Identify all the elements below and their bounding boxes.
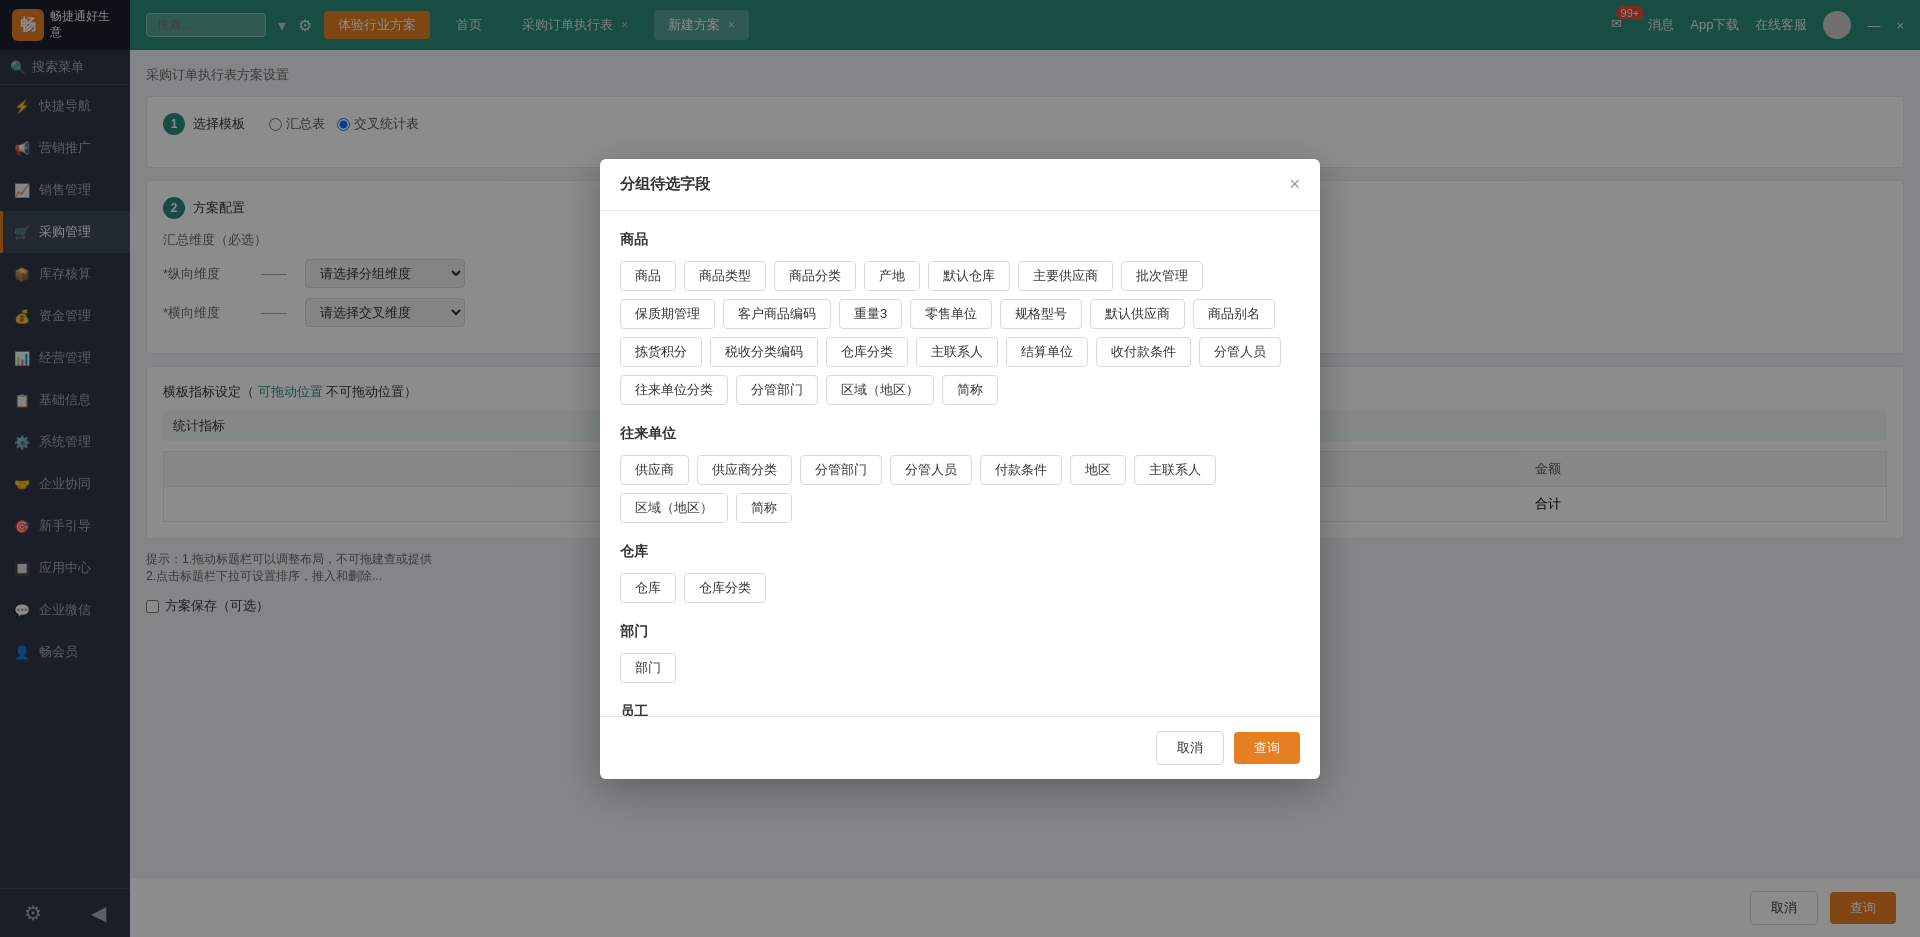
field-tag[interactable]: 供应商分类 (697, 455, 792, 485)
field-tag[interactable]: 规格型号 (1000, 299, 1082, 329)
modal-close-btn[interactable]: × (1289, 175, 1300, 193)
field-tag[interactable]: 简称 (942, 375, 998, 405)
field-group-warehouse: 仓库 仓库 仓库分类 (620, 543, 1300, 603)
field-tag[interactable]: 主联系人 (916, 337, 998, 367)
field-group-employee-title: 员工 (620, 703, 1300, 716)
field-group-goods-title: 商品 (620, 231, 1300, 249)
field-tag[interactable]: 收付款条件 (1096, 337, 1191, 367)
modal-confirm-btn[interactable]: 查询 (1234, 732, 1300, 764)
field-tags-department: 部门 (620, 653, 1300, 683)
field-tag[interactable]: 分管部门 (736, 375, 818, 405)
field-tag[interactable]: 重量3 (839, 299, 902, 329)
field-tag[interactable]: 批次管理 (1121, 261, 1203, 291)
field-tag[interactable]: 商品别名 (1193, 299, 1275, 329)
field-tag[interactable]: 拣货积分 (620, 337, 702, 367)
modal-body: 商品 商品 商品类型 商品分类 产地 默认仓库 主要供应商 批次管理 保质期管理… (600, 211, 1320, 716)
field-tag[interactable]: 税收分类编码 (710, 337, 818, 367)
field-tag[interactable]: 付款条件 (980, 455, 1062, 485)
field-group-goods: 商品 商品 商品类型 商品分类 产地 默认仓库 主要供应商 批次管理 保质期管理… (620, 231, 1300, 405)
field-tag[interactable]: 结算单位 (1006, 337, 1088, 367)
field-tag[interactable]: 商品分类 (774, 261, 856, 291)
modal-overlay: 分组待选字段 × 商品 商品 商品类型 商品分类 产地 默认仓库 主要供应商 批… (0, 0, 1920, 937)
field-tags-warehouse: 仓库 仓库分类 (620, 573, 1300, 603)
field-tag[interactable]: 分管人员 (1199, 337, 1281, 367)
modal-title: 分组待选字段 (620, 175, 710, 194)
field-tag[interactable]: 分管部门 (800, 455, 882, 485)
modal-cancel-btn[interactable]: 取消 (1156, 731, 1224, 765)
field-group-partner: 往来单位 供应商 供应商分类 分管部门 分管人员 付款条件 地区 主联系人 区域… (620, 425, 1300, 523)
field-tag[interactable]: 客户商品编码 (723, 299, 831, 329)
field-tags-partner: 供应商 供应商分类 分管部门 分管人员 付款条件 地区 主联系人 区域（地区） … (620, 455, 1300, 523)
field-tag[interactable]: 分管人员 (890, 455, 972, 485)
modal-footer: 取消 查询 (600, 716, 1320, 779)
field-tag[interactable]: 默认仓库 (928, 261, 1010, 291)
field-group-department: 部门 部门 (620, 623, 1300, 683)
field-group-department-title: 部门 (620, 623, 1300, 641)
field-tag[interactable]: 供应商 (620, 455, 689, 485)
field-tag[interactable]: 往来单位分类 (620, 375, 728, 405)
field-select-modal: 分组待选字段 × 商品 商品 商品类型 商品分类 产地 默认仓库 主要供应商 批… (600, 159, 1320, 779)
field-tag[interactable]: 区域（地区） (620, 493, 728, 523)
field-tag[interactable]: 零售单位 (910, 299, 992, 329)
field-group-partner-title: 往来单位 (620, 425, 1300, 443)
field-group-warehouse-title: 仓库 (620, 543, 1300, 561)
field-tags-goods: 商品 商品类型 商品分类 产地 默认仓库 主要供应商 批次管理 保质期管理 客户… (620, 261, 1300, 405)
field-tag[interactable]: 地区 (1070, 455, 1126, 485)
field-tag[interactable]: 主联系人 (1134, 455, 1216, 485)
field-tag[interactable]: 仓库分类 (826, 337, 908, 367)
field-tag[interactable]: 商品 (620, 261, 676, 291)
field-group-employee: 员工 业务员 (620, 703, 1300, 716)
field-tag[interactable]: 区域（地区） (826, 375, 934, 405)
field-tag[interactable]: 主要供应商 (1018, 261, 1113, 291)
field-tag[interactable]: 商品类型 (684, 261, 766, 291)
field-tag[interactable]: 仓库分类 (684, 573, 766, 603)
field-tag[interactable]: 部门 (620, 653, 676, 683)
field-tag[interactable]: 默认供应商 (1090, 299, 1185, 329)
modal-header: 分组待选字段 × (600, 159, 1320, 211)
field-tag[interactable]: 简称 (736, 493, 792, 523)
field-tag[interactable]: 保质期管理 (620, 299, 715, 329)
field-tag[interactable]: 产地 (864, 261, 920, 291)
field-tag[interactable]: 仓库 (620, 573, 676, 603)
